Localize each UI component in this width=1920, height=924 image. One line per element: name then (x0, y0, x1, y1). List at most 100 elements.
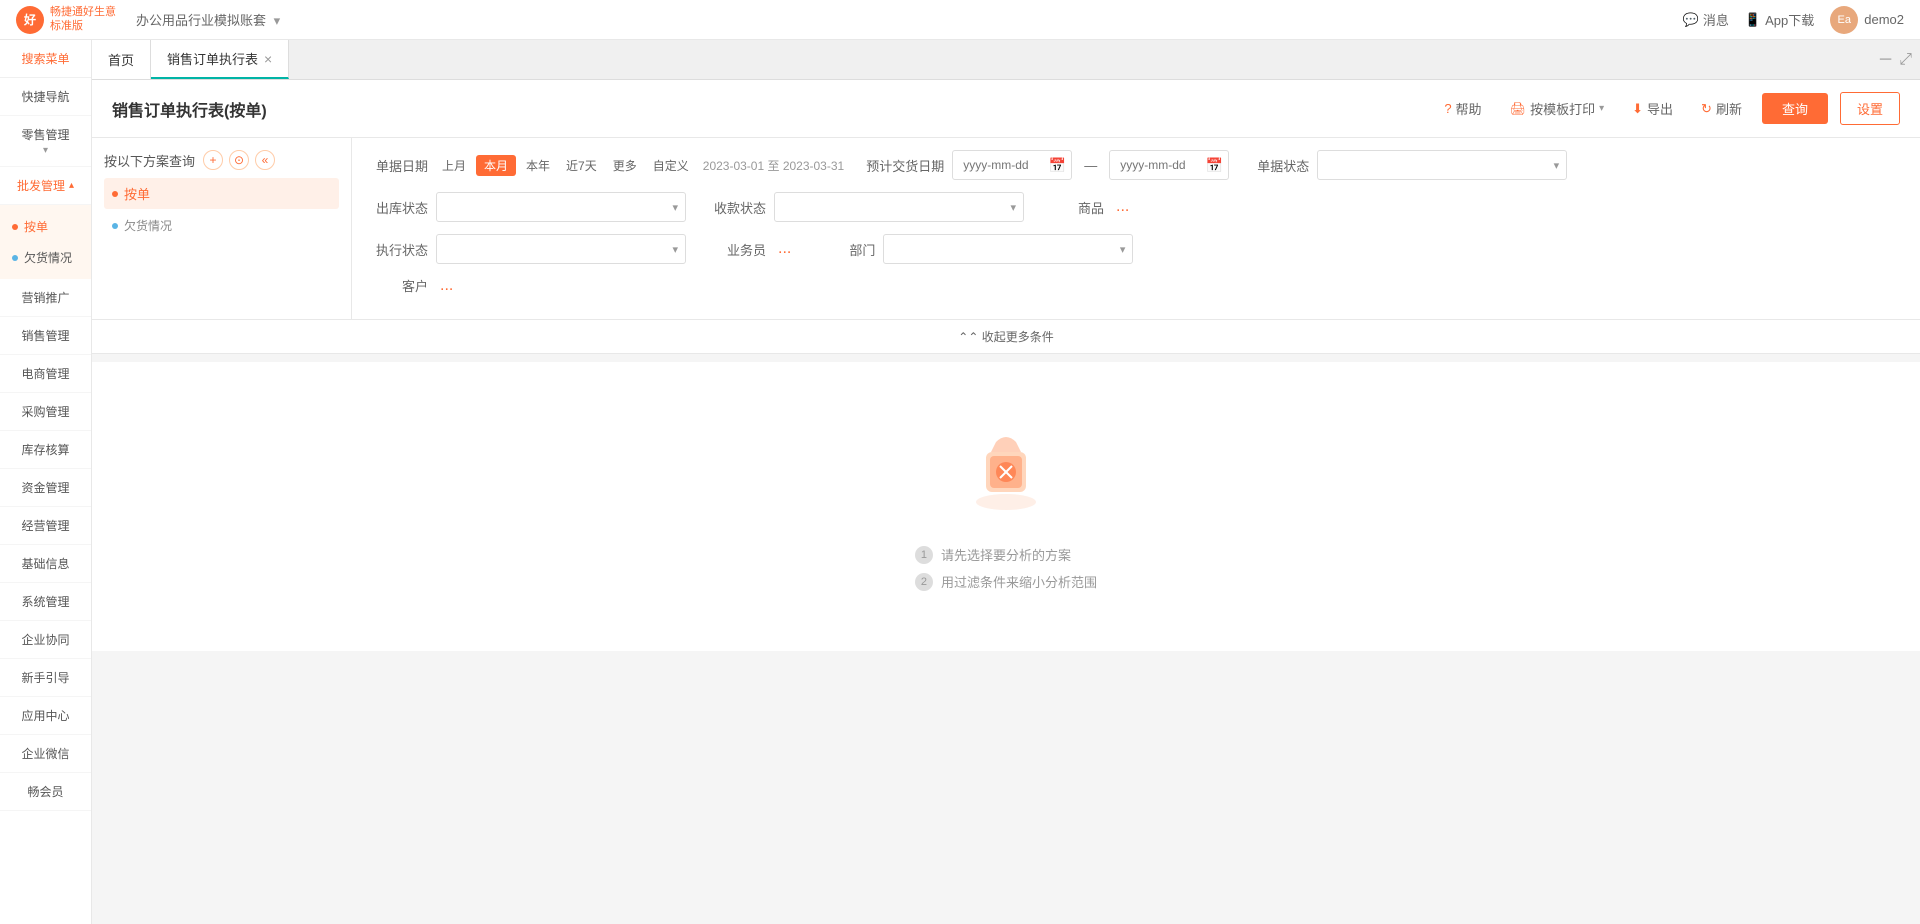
page-actions: ? 帮助 🖨 按模板打印 ▾ ⬇ 导出 ↻ 刷新 (1436, 92, 1900, 125)
status-select-wrap: ▾ (1317, 150, 1567, 180)
scheme-dot-blue-icon (112, 223, 118, 229)
template-print-arrow-icon: ▾ (1599, 103, 1604, 114)
tab-sales-exec[interactable]: 销售订单执行表 × (151, 40, 289, 79)
more-date-tag[interactable]: 更多 (607, 155, 643, 176)
empty-state: 1 请先选择要分析的方案 2 用过滤条件来缩小分析范围 (92, 362, 1920, 651)
tab-maximize-icon[interactable]: ⤢ (1899, 51, 1912, 69)
salesperson-picker-button[interactable]: ... (774, 240, 795, 258)
empty-tip-2: 2 用过滤条件来缩小分析范围 (915, 572, 1097, 591)
customer-label: 客户 (368, 276, 428, 295)
dept-select-wrap: ▾ (883, 234, 1133, 264)
export-button[interactable]: ⬇ 导出 (1624, 95, 1681, 122)
current-year-tag[interactable]: 本年 (520, 155, 556, 176)
top-bar-right: 💬 消息 📱 App下载 Ea demo2 (1683, 6, 1904, 34)
settings-scheme-button[interactable]: ⊙ (229, 150, 249, 170)
filter-sidebar-actions: + ⊙ « (203, 150, 275, 170)
tab-bar: 首页 销售订单执行表 × ─ ⤢ (92, 40, 1920, 80)
expected-date-end-input[interactable] (1109, 150, 1229, 180)
empty-illustration (956, 422, 1056, 525)
collapse-icon: ▴ (69, 180, 74, 191)
sidebar-item-system[interactable]: 系统管理 (0, 583, 91, 621)
sidebar-item-wechat[interactable]: 企业微信 (0, 735, 91, 773)
sidebar-item-wholesale[interactable]: 批发管理 ▴ (0, 167, 91, 205)
tab-bar-actions: ─ ⤢ (1872, 40, 1920, 79)
app-download-button[interactable]: 📱 App下载 (1745, 10, 1814, 29)
top-bar: 好 畅捷通好生意 标准版 办公用品行业模拟账套 ▾ 💬 消息 📱 App下载 E… (0, 0, 1920, 40)
tab-close-icon[interactable]: × (264, 51, 272, 67)
settings-button[interactable]: 设置 (1840, 92, 1900, 125)
page-content: 销售订单执行表(按单) ? 帮助 🖨 按模板打印 ▾ ⬇ 导出 (92, 80, 1920, 924)
goods-label: 商品 (1044, 198, 1104, 217)
sidebar-item-member[interactable]: 畅会员 (0, 773, 91, 811)
sidebar: 搜索菜单 快捷导航 零售管理 ▾ 批发管理 ▴ 按单 欠货情况 营销推广 (0, 40, 92, 924)
help-button[interactable]: ? 帮助 (1436, 95, 1489, 122)
filter-row-4: 客户 ... (368, 276, 1904, 295)
receive-status-label: 收款状态 (706, 198, 766, 217)
out-status-select-wrap: ▾ (436, 192, 686, 222)
nav-title[interactable]: 办公用品行业模拟账套 ▾ (136, 10, 280, 29)
nav-arrow-icon: ▾ (274, 13, 281, 28)
scheme-item-按单[interactable]: 按单 (104, 178, 339, 209)
tab-minimize-icon[interactable]: ─ (1880, 51, 1891, 69)
date-label: 单据日期 (368, 156, 428, 175)
user-menu[interactable]: Ea demo2 (1830, 6, 1904, 34)
export-icon: ⬇ (1632, 101, 1643, 117)
filter-row-2: 出库状态 ▾ 收款状态 (368, 192, 1904, 222)
message-button[interactable]: 💬 消息 (1683, 10, 1729, 29)
goods-field: 商品 ... (1044, 198, 1133, 217)
status-select[interactable] (1317, 150, 1567, 180)
message-icon: 💬 (1683, 12, 1699, 28)
sidebar-item-enterprise[interactable]: 企业协同 (0, 621, 91, 659)
sidebar-item-operation[interactable]: 经营管理 (0, 507, 91, 545)
sidebar-search[interactable]: 搜索菜单 (0, 40, 91, 78)
sidebar-item-basic[interactable]: 基础信息 (0, 545, 91, 583)
tab-home[interactable]: 首页 (92, 40, 151, 79)
sidebar-item-sales[interactable]: 销售管理 (0, 317, 91, 355)
out-status-field: 出库状态 ▾ (368, 192, 686, 222)
query-button[interactable]: 查询 (1762, 93, 1828, 124)
goods-picker-button[interactable]: ... (1112, 198, 1133, 216)
sidebar-item-marketing[interactable]: 营销推广 (0, 279, 91, 317)
sidebar-item-purchase[interactable]: 采购管理 (0, 393, 91, 431)
sidebar-item-retail[interactable]: 零售管理 ▾ (0, 116, 91, 167)
out-status-select[interactable] (436, 192, 686, 222)
wholesale-sub-menu: 按单 欠货情况 (0, 205, 91, 279)
sidebar-item-inventory[interactable]: 库存核算 (0, 431, 91, 469)
exec-status-label: 执行状态 (368, 240, 428, 259)
out-status-label: 出库状态 (368, 198, 428, 217)
sidebar-sub-item-按单[interactable]: 按单 (0, 211, 91, 242)
current-month-tag[interactable]: 本月 (476, 155, 516, 176)
customer-field: 客户 ... (368, 276, 457, 295)
dept-select[interactable] (883, 234, 1133, 264)
dept-label: 部门 (815, 240, 875, 259)
sidebar-item-finance[interactable]: 资金管理 (0, 469, 91, 507)
receive-status-select[interactable] (774, 192, 1024, 222)
scheme-dot-icon (112, 191, 118, 197)
refresh-button[interactable]: ↻ 刷新 (1693, 95, 1750, 122)
add-scheme-button[interactable]: + (203, 150, 223, 170)
filter-row-1: 单据日期 上月 本月 本年 近7天 更多 自定义 2023-03-01 至 20… (368, 150, 1904, 180)
page-header: 销售订单执行表(按单) ? 帮助 🖨 按模板打印 ▾ ⬇ 导出 (92, 80, 1920, 138)
expected-date-label: 预计交货日期 (864, 156, 944, 175)
sidebar-sub-item-欠货情况[interactable]: 欠货情况 (0, 242, 91, 273)
filter-sidebar: 按以下方案查询 + ⊙ « 按单 (92, 138, 352, 319)
collapse-sidebar-button[interactable]: « (255, 150, 275, 170)
expected-date-start-input[interactable] (952, 150, 1072, 180)
collapse-filters-button[interactable]: ⌃⌃ 收起更多条件 (92, 319, 1920, 353)
sidebar-item-quick-nav[interactable]: 快捷导航 (0, 78, 91, 116)
avatar: Ea (1830, 6, 1858, 34)
sidebar-item-appstore[interactable]: 应用中心 (0, 697, 91, 735)
template-print-button[interactable]: 🖨 按模板打印 ▾ (1502, 95, 1613, 122)
last7-tag[interactable]: 近7天 (560, 155, 603, 176)
custom-date-tag[interactable]: 自定义 (647, 155, 695, 176)
expand-icon: ▾ (43, 145, 48, 156)
scheme-item-欠货情况[interactable]: 欠货情况 (104, 211, 339, 240)
prev-month-tag[interactable]: 上月 (436, 155, 472, 176)
sidebar-item-ecommerce[interactable]: 电商管理 (0, 355, 91, 393)
logo-area: 好 畅捷通好生意 标准版 (16, 6, 116, 34)
customer-picker-button[interactable]: ... (436, 277, 457, 295)
dept-field: 部门 ▾ (815, 234, 1133, 264)
exec-status-select[interactable] (436, 234, 686, 264)
sidebar-item-newbie[interactable]: 新手引导 (0, 659, 91, 697)
expected-date-start-wrap: 📅 (952, 150, 1072, 180)
